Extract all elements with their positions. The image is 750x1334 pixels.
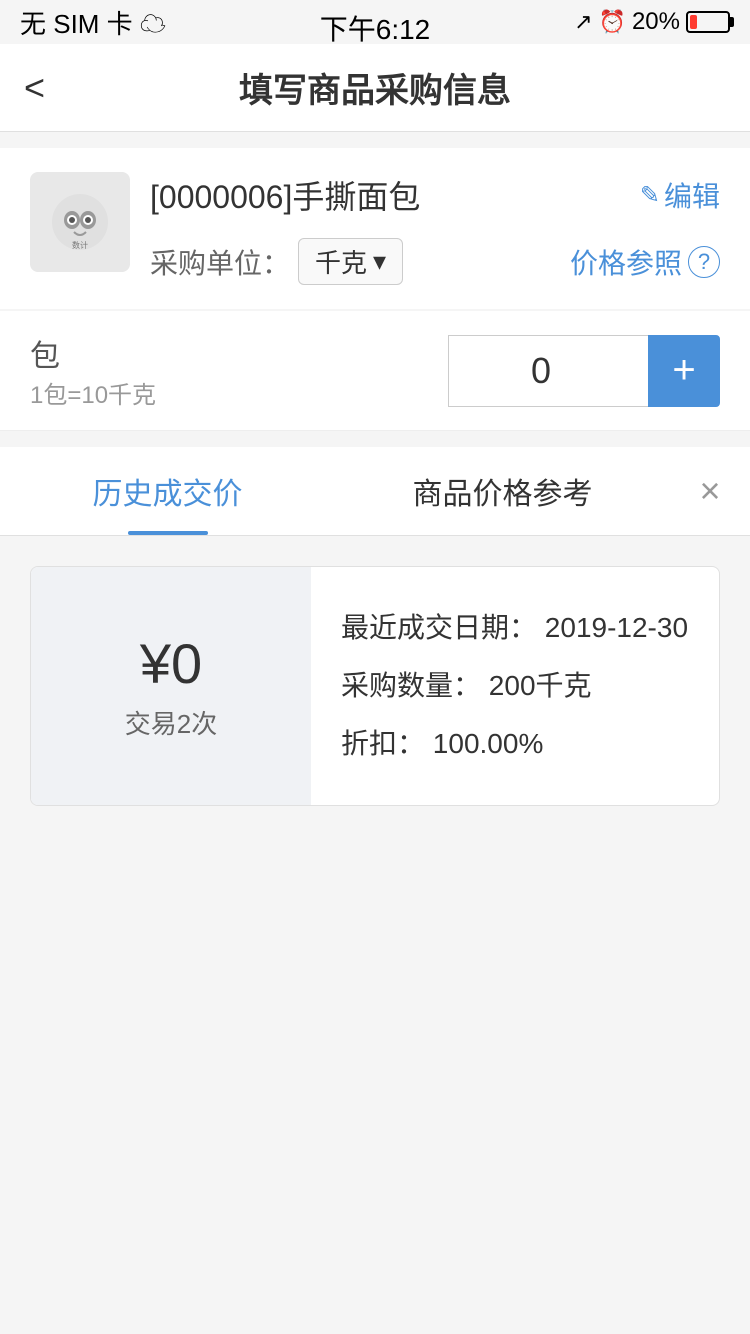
back-button[interactable]: < (24, 70, 45, 106)
price-left: ¥0 交易2次 (31, 567, 311, 805)
unit-label: 采购单位： 千克 ▾ (150, 238, 403, 285)
price-amount: ¥0 (140, 631, 202, 696)
tab-history-price[interactable]: 历史成交价 (0, 447, 335, 535)
tab-product-price-ref[interactable]: 商品价格参考 (335, 447, 670, 535)
discount-item: 折扣： 100.00% (341, 723, 689, 765)
svg-text:数计: 数计 (72, 240, 88, 250)
dropdown-icon: ▾ (373, 246, 386, 277)
package-conversion: 1包=10千克 (30, 375, 156, 410)
location-icon: ↗ (574, 9, 592, 35)
product-unit-row: 采购单位： 千克 ▾ 价格参照 ? (150, 238, 720, 285)
edit-button[interactable]: ✎ 编辑 (640, 175, 720, 215)
status-left: 无 SIM 卡 ☁ (20, 4, 166, 41)
page-title: 填写商品采购信息 (239, 63, 511, 112)
product-logo-icon: 数计 (50, 192, 110, 252)
tab-active-indicator (128, 531, 208, 535)
quantity-section: 包 1包=10千克 + (0, 311, 750, 431)
quantity-input[interactable] (448, 335, 648, 407)
quantity-label: 包 1包=10千克 (30, 331, 156, 410)
help-icon: ? (688, 246, 720, 278)
battery-percent: 20% (632, 8, 680, 36)
price-card: ¥0 交易2次 最近成交日期： 2019-12-30 采购数量： 200千克 折… (30, 566, 720, 806)
purchase-quantity-item: 采购数量： 200千克 (341, 665, 689, 707)
product-name-row: [0000006]手撕面包 ✎ 编辑 (150, 172, 720, 218)
status-right: ↗ ⏰ 20% (574, 8, 730, 36)
price-ref-button[interactable]: 价格参照 ? (570, 242, 720, 282)
product-name: [0000006]手撕面包 (150, 172, 420, 218)
status-bar: 无 SIM 卡 ☁ 下午6:12 ↗ ⏰ 20% (0, 0, 750, 44)
edit-icon: ✎ (640, 181, 660, 210)
recent-date-item: 最近成交日期： 2019-12-30 (341, 607, 689, 649)
price-right: 最近成交日期： 2019-12-30 采购数量： 200千克 折扣： 100.0… (311, 567, 719, 805)
history-content: ¥0 交易2次 最近成交日期： 2019-12-30 采购数量： 200千克 折… (0, 536, 750, 1136)
nav-bar: < 填写商品采购信息 (0, 44, 750, 132)
battery-icon (686, 11, 730, 33)
quantity-plus-button[interactable]: + (648, 335, 720, 407)
product-header: 数计 [0000006]手撕面包 ✎ 编辑 采购单位： 千克 ▾ (30, 172, 720, 285)
package-label: 包 (30, 331, 156, 375)
price-times: 交易2次 (125, 704, 217, 741)
alarm-icon: ⏰ (599, 9, 626, 35)
battery-fill (690, 15, 697, 29)
product-card: 数计 [0000006]手撕面包 ✎ 编辑 采购单位： 千克 ▾ (0, 148, 750, 309)
quantity-controls: + (448, 335, 720, 407)
tab-close-button[interactable]: × (670, 447, 750, 535)
unit-select[interactable]: 千克 ▾ (298, 238, 403, 285)
product-info: [0000006]手撕面包 ✎ 编辑 采购单位： 千克 ▾ 价格参照 ? (150, 172, 720, 285)
status-time: 下午6:12 (320, 8, 431, 48)
tabs-section: 历史成交价 商品价格参考 × (0, 447, 750, 536)
sim-signal-text: 无 SIM 卡 ☁ (20, 4, 166, 41)
product-image: 数计 (30, 172, 130, 272)
